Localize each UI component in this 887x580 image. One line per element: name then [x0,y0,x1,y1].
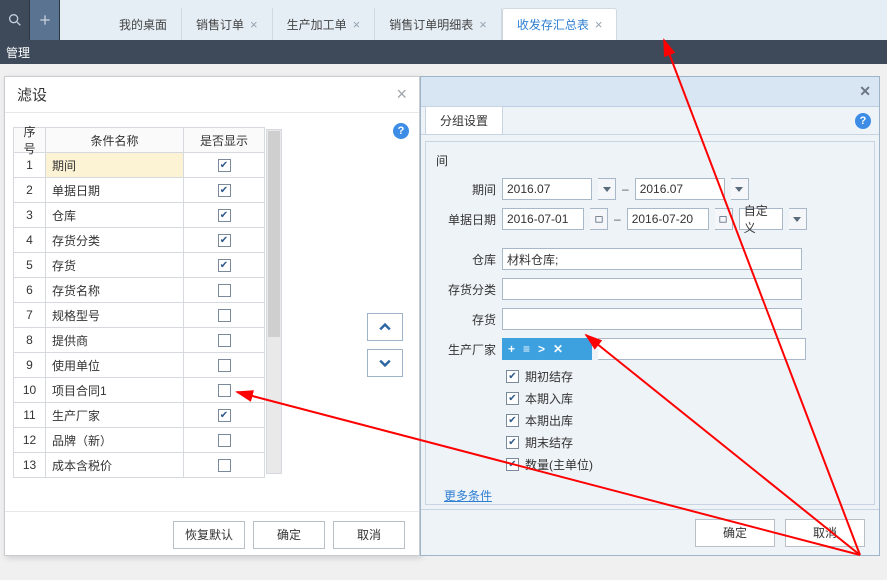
reset-button[interactable]: 恢复默认 [173,521,245,549]
checkbox[interactable] [218,309,231,322]
checkbox[interactable] [506,436,519,449]
table-row[interactable]: 5存货 [14,253,264,278]
checkbox[interactable] [218,184,231,197]
voucher-from[interactable]: 2016-07-01 [502,208,584,230]
tab-close-icon[interactable]: × [479,17,487,32]
col-seq: 序号 [14,128,46,152]
tab-close-icon[interactable]: × [353,17,361,32]
table-row[interactable]: 9使用单位 [14,353,264,378]
checkbox[interactable] [218,334,231,347]
check-row: 本期出库 [436,409,864,431]
more-conditions-link[interactable]: 更多条件 [436,487,492,504]
checkbox[interactable] [218,284,231,297]
col-show: 是否显示 [184,128,264,152]
calendar-icon[interactable] [715,208,733,230]
checkbox[interactable] [218,384,231,397]
move-up-button[interactable] [367,313,403,341]
period-from[interactable]: 2016.07 [502,178,592,200]
group-settings-panel: ✕ 分组设置 ? 间 期间 2016.07 – 2016.07 单据日期 201… [420,76,880,556]
manufacturer-field[interactable] [598,338,806,360]
checkbox[interactable] [506,458,519,471]
col-name: 条件名称 [46,128,184,152]
tab-close-icon[interactable]: × [250,17,258,32]
table-row[interactable]: 7规格型号 [14,303,264,328]
table-row[interactable]: 12品牌（新） [14,428,264,453]
table-row[interactable]: 1期间 [14,153,264,178]
search-icon[interactable] [0,0,30,40]
plus-icon[interactable]: + [508,342,515,356]
table-row[interactable]: 3仓库 [14,203,264,228]
voucher-date-label: 单据日期 [436,211,496,228]
calendar-icon[interactable] [590,208,608,230]
voucher-preset[interactable]: 自定义 [739,208,783,230]
tab-0[interactable]: 我的桌面 [105,8,182,40]
warehouse-field[interactable]: 材料仓库; [502,248,802,270]
table-row[interactable]: 11生产厂家 [14,403,264,428]
table-row[interactable]: 4存货分类 [14,228,264,253]
table-row[interactable]: 13成本含税价 [14,453,264,478]
tab-4[interactable]: 收发存汇总表× [502,8,618,40]
checkbox[interactable] [218,359,231,372]
period-label: 期间 [436,181,496,198]
tab-close-icon[interactable]: × [595,17,603,32]
close-icon[interactable]: × [396,84,407,105]
table-row[interactable]: 2单据日期 [14,178,264,203]
dropdown-icon[interactable] [731,178,749,200]
list-icon[interactable]: ≡ [523,342,530,356]
table-row[interactable]: 8提供商 [14,328,264,353]
tab-3[interactable]: 销售订单明细表× [375,8,502,40]
check-row: 本期入库 [436,387,864,409]
period-to[interactable]: 2016.07 [635,178,725,200]
table-row[interactable]: 10项目合同1 [14,378,264,403]
panel-ok-button[interactable]: 确定 [695,519,775,547]
move-down-button[interactable] [367,349,403,377]
check-row: 期初结存 [436,365,864,387]
manufacturer-toolbar[interactable]: + ≡ > ✕ [502,338,592,360]
tab-2[interactable]: 生产加工单× [273,8,376,40]
checkbox[interactable] [218,234,231,247]
checkbox[interactable] [506,414,519,427]
chevron-right-icon[interactable]: > [538,342,545,356]
checkbox[interactable] [506,392,519,405]
tab-1[interactable]: 销售订单× [182,8,273,40]
subbar-text: 管理 [6,44,30,61]
filter-settings-dialog: 滤设 × ? 序号 条件名称 是否显示 1期间2单据日期3仓库4存货分类5存货6… [4,76,420,556]
cancel-button[interactable]: 取消 [333,521,405,549]
help-icon[interactable]: ? [393,123,409,139]
voucher-to[interactable]: 2016-07-20 [627,208,709,230]
dropdown-icon[interactable] [598,178,616,200]
section-label: 间 [436,152,864,169]
scrollbar[interactable] [266,129,282,474]
inv-label: 存货 [436,311,496,328]
invcat-field[interactable] [502,278,802,300]
plus-icon[interactable] [30,0,60,40]
checkbox[interactable] [218,159,231,172]
ok-button[interactable]: 确定 [253,521,325,549]
dropdown-icon[interactable] [789,208,807,230]
manufacturer-label: 生产厂家 [436,341,496,358]
checkbox[interactable] [218,209,231,222]
panel-close-icon[interactable]: ✕ [859,83,871,100]
filter-grid: 序号 条件名称 是否显示 1期间2单据日期3仓库4存货分类5存货6存货名称7规格… [13,127,265,478]
help-icon[interactable]: ? [855,113,871,129]
table-row[interactable]: 6存货名称 [14,278,264,303]
checkbox[interactable] [218,459,231,472]
subbar: 管理 [0,40,887,64]
tab-group-settings[interactable]: 分组设置 [425,106,503,134]
checkbox[interactable] [506,370,519,383]
close-icon[interactable]: ✕ [553,342,563,356]
invcat-label: 存货分类 [436,281,496,298]
dialog-title: 滤设 [17,84,47,105]
tabstrip: 我的桌面销售订单×生产加工单×销售订单明细表×收发存汇总表× [60,0,887,40]
checkbox[interactable] [218,409,231,422]
checkbox[interactable] [218,434,231,447]
check-row: 期末结存 [436,431,864,453]
inv-field[interactable] [502,308,802,330]
check-row: 数量(主单位) [436,453,864,475]
checkbox[interactable] [218,259,231,272]
warehouse-label: 仓库 [436,251,496,268]
panel-cancel-button[interactable]: 取消 [785,519,865,547]
